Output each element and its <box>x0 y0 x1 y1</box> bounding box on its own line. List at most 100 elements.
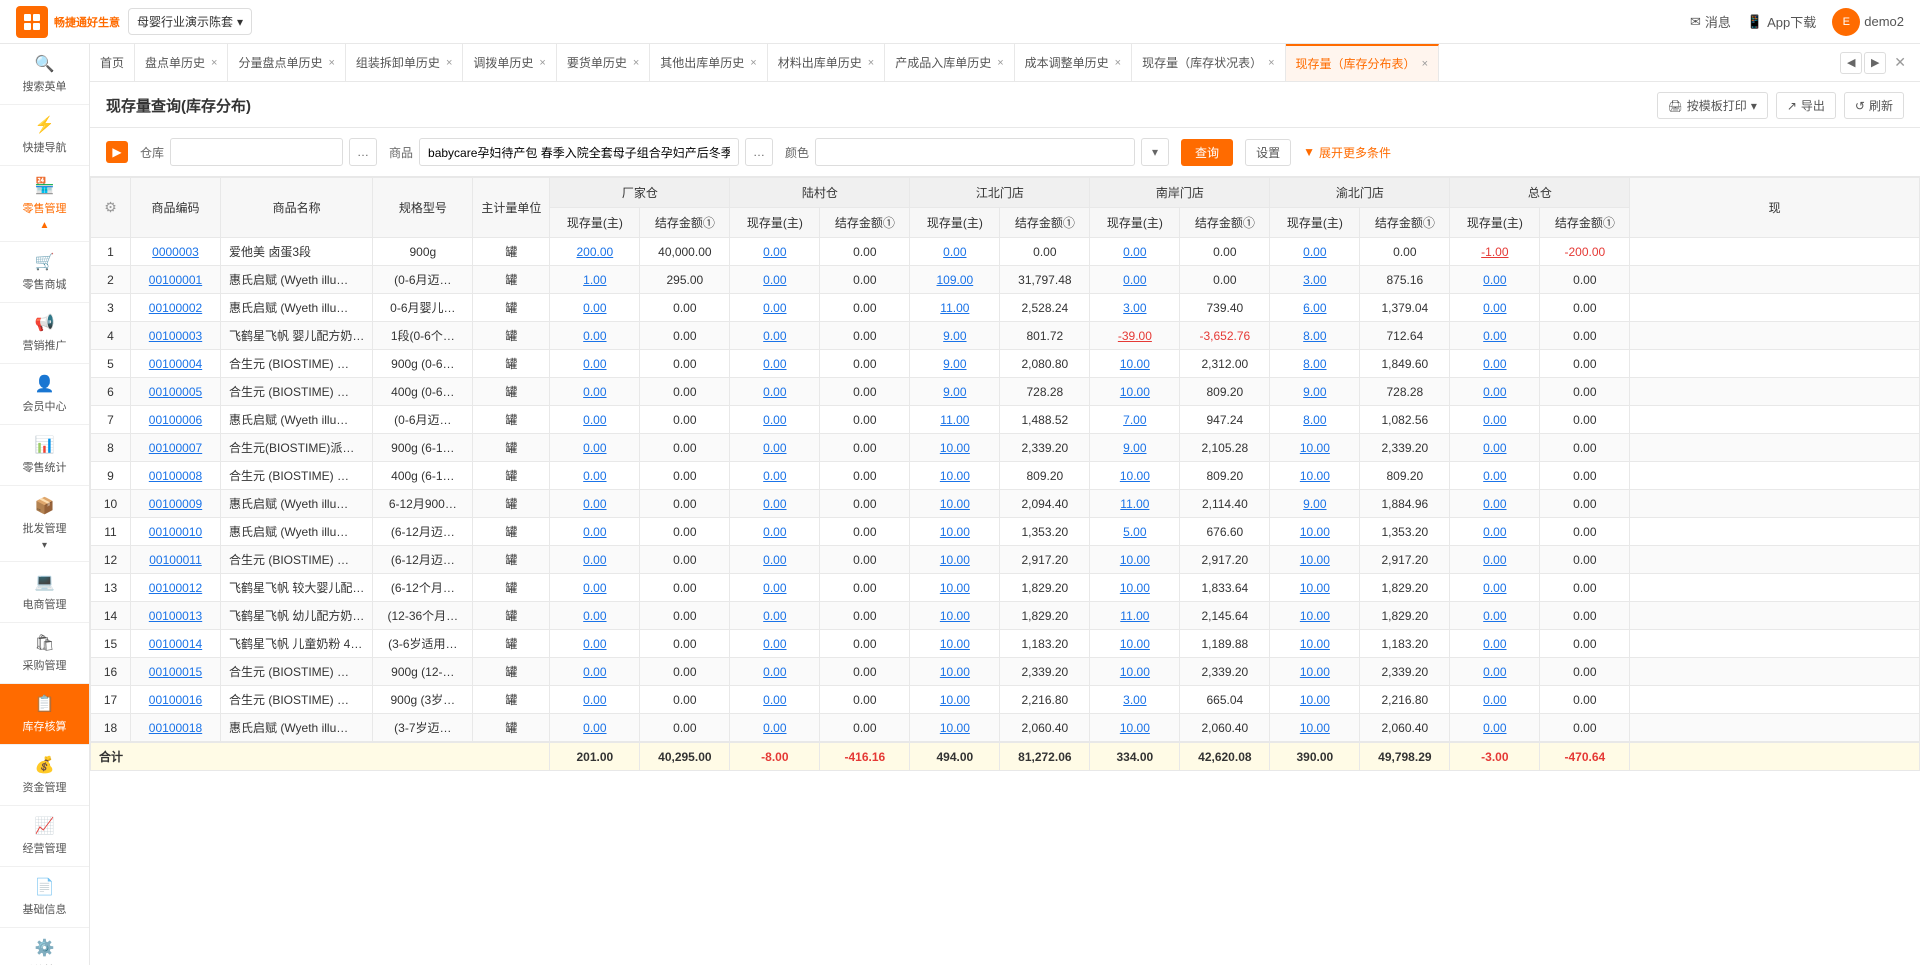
cell-factory-qty[interactable]: 0.00 <box>550 434 640 462</box>
cell-jiangbei-qty[interactable]: 0.00 <box>910 238 1000 266</box>
cell-total-qty[interactable]: 0.00 <box>1450 686 1540 714</box>
cell-lucun-qty[interactable]: 0.00 <box>730 406 820 434</box>
message-btn[interactable]: ✉ 消息 <box>1690 12 1731 31</box>
cell-code[interactable]: 00100007 <box>131 434 221 462</box>
cell-yubei-qty[interactable]: 8.00 <box>1270 322 1360 350</box>
sidebar-item-finance[interactable]: 💰 资金管理 <box>0 745 89 806</box>
sidebar-item-marketing[interactable]: 📢 营销推广 <box>0 303 89 364</box>
cell-total-qty[interactable]: 0.00 <box>1450 434 1540 462</box>
color-input[interactable] <box>815 138 1135 166</box>
sidebar-item-search[interactable]: 🔍 搜索英单 <box>0 44 89 105</box>
cell-factory-qty[interactable]: 200.00 <box>550 238 640 266</box>
cell-jiangbei-qty[interactable]: 10.00 <box>910 574 1000 602</box>
cell-jiangbei-qty[interactable]: 10.00 <box>910 490 1000 518</box>
setting-btn[interactable]: 设置 <box>1245 139 1291 166</box>
cell-yubei-qty[interactable]: 10.00 <box>1270 686 1360 714</box>
cell-factory-qty[interactable]: 0.00 <box>550 378 640 406</box>
sidebar-item-retail-mgmt[interactable]: 🏪 零售管理 ▲ <box>0 166 89 242</box>
tab-close-icon[interactable]: × <box>211 57 217 69</box>
cell-factory-qty[interactable]: 1.00 <box>550 266 640 294</box>
cell-factory-qty[interactable]: 0.00 <box>550 686 640 714</box>
sidebar-item-purchase[interactable]: 🛍 采购管理 <box>0 623 89 684</box>
cell-total-qty[interactable]: 0.00 <box>1450 406 1540 434</box>
cell-yubei-qty[interactable]: 8.00 <box>1270 406 1360 434</box>
cell-yubei-qty[interactable]: 10.00 <box>1270 574 1360 602</box>
store-selector[interactable]: 母婴行业演示陈套 ▾ <box>128 8 252 35</box>
cell-jiangbei-qty[interactable]: 10.00 <box>910 630 1000 658</box>
cell-factory-qty[interactable]: 0.00 <box>550 322 640 350</box>
cell-yubei-qty[interactable]: 10.00 <box>1270 630 1360 658</box>
cell-total-qty[interactable]: 0.00 <box>1450 490 1540 518</box>
cell-code[interactable]: 0000003 <box>131 238 221 266</box>
settings-icon[interactable]: ⚙ <box>104 199 117 215</box>
cell-nanan-qty[interactable]: 10.00 <box>1090 658 1180 686</box>
cell-nanan-qty[interactable]: -39.00 <box>1090 322 1180 350</box>
cell-code[interactable]: 00100014 <box>131 630 221 658</box>
cell-lucun-qty[interactable]: 0.00 <box>730 462 820 490</box>
cell-lucun-qty[interactable]: 0.00 <box>730 658 820 686</box>
tab-close-icon[interactable]: × <box>633 57 639 69</box>
cell-nanan-qty[interactable]: 10.00 <box>1090 350 1180 378</box>
cell-lucun-qty[interactable]: 0.00 <box>730 630 820 658</box>
cell-jiangbei-qty[interactable]: 9.00 <box>910 378 1000 406</box>
tab-close-icon[interactable]: × <box>539 57 545 69</box>
cell-total-qty[interactable]: 0.00 <box>1450 602 1540 630</box>
sidebar-item-system[interactable]: ⚙️ 系统管理 <box>0 928 89 965</box>
tab-next-btn[interactable]: ▶ <box>1864 52 1886 74</box>
cell-code[interactable]: 00100008 <box>131 462 221 490</box>
cell-factory-qty[interactable]: 0.00 <box>550 294 640 322</box>
cell-code[interactable]: 00100004 <box>131 350 221 378</box>
query-btn[interactable]: 查询 <box>1181 139 1233 166</box>
cell-lucun-qty[interactable]: 0.00 <box>730 518 820 546</box>
cell-jiangbei-qty[interactable]: 10.00 <box>910 434 1000 462</box>
goods-ellipsis-btn[interactable]: … <box>745 138 773 166</box>
cell-factory-qty[interactable]: 0.00 <box>550 658 640 686</box>
tab-cost-adjust[interactable]: 成本调整单历史 × <box>1015 44 1132 81</box>
tab-assembly[interactable]: 组装拆卸单历史 × <box>346 44 463 81</box>
cell-jiangbei-qty[interactable]: 10.00 <box>910 658 1000 686</box>
cell-code[interactable]: 00100009 <box>131 490 221 518</box>
tab-close-icon[interactable]: × <box>1115 57 1121 69</box>
cell-jiangbei-qty[interactable]: 9.00 <box>910 350 1000 378</box>
cell-jiangbei-qty[interactable]: 10.00 <box>910 686 1000 714</box>
cell-nanan-qty[interactable]: 11.00 <box>1090 490 1180 518</box>
cell-nanan-qty[interactable]: 10.00 <box>1090 462 1180 490</box>
cell-yubei-qty[interactable]: 10.00 <box>1270 518 1360 546</box>
cell-yubei-qty[interactable]: 10.00 <box>1270 462 1360 490</box>
cell-lucun-qty[interactable]: 0.00 <box>730 434 820 462</box>
app-download-btn[interactable]: 📱 App下载 <box>1747 12 1816 31</box>
goods-input[interactable] <box>419 138 739 166</box>
cell-code[interactable]: 00100003 <box>131 322 221 350</box>
cell-yubei-qty[interactable]: 10.00 <box>1270 602 1360 630</box>
cell-lucun-qty[interactable]: 0.00 <box>730 378 820 406</box>
cell-nanan-qty[interactable]: 10.00 <box>1090 630 1180 658</box>
cell-nanan-qty[interactable]: 10.00 <box>1090 546 1180 574</box>
cell-jiangbei-qty[interactable]: 10.00 <box>910 714 1000 743</box>
cell-lucun-qty[interactable]: 0.00 <box>730 574 820 602</box>
tab-close-icon[interactable]: × <box>997 57 1003 69</box>
cell-code[interactable]: 00100005 <box>131 378 221 406</box>
export-btn[interactable]: ↗ 导出 <box>1776 92 1836 119</box>
cell-total-qty[interactable]: 0.00 <box>1450 378 1540 406</box>
cell-lucun-qty[interactable]: 0.00 <box>730 546 820 574</box>
cell-yubei-qty[interactable]: 6.00 <box>1270 294 1360 322</box>
tab-outbound[interactable]: 其他出库单历史 × <box>650 44 767 81</box>
cell-lucun-qty[interactable]: 0.00 <box>730 490 820 518</box>
tab-inventory-status[interactable]: 现存量（库存状况表） × <box>1132 44 1285 81</box>
cell-lucun-qty[interactable]: 0.00 <box>730 266 820 294</box>
cell-code[interactable]: 00100010 <box>131 518 221 546</box>
cell-lucun-qty[interactable]: 0.00 <box>730 350 820 378</box>
tab-inventory-distribution[interactable]: 现存量（库存分布表） × <box>1286 44 1439 81</box>
cell-nanan-qty[interactable]: 10.00 <box>1090 378 1180 406</box>
expand-filter-btn[interactable]: ▶ <box>106 141 128 163</box>
tab-transfer[interactable]: 调拨单历史 × <box>463 44 556 81</box>
cell-yubei-qty[interactable]: 8.00 <box>1270 350 1360 378</box>
sidebar-item-basic-info[interactable]: 📄 基础信息 <box>0 867 89 928</box>
cell-factory-qty[interactable]: 0.00 <box>550 518 640 546</box>
cell-nanan-qty[interactable]: 11.00 <box>1090 602 1180 630</box>
tab-prev-btn[interactable]: ◀ <box>1840 52 1862 74</box>
cell-yubei-qty[interactable]: 10.00 <box>1270 658 1360 686</box>
cell-yubei-qty[interactable]: 10.00 <box>1270 434 1360 462</box>
cell-factory-qty[interactable]: 0.00 <box>550 406 640 434</box>
cell-yubei-qty[interactable]: 0.00 <box>1270 238 1360 266</box>
